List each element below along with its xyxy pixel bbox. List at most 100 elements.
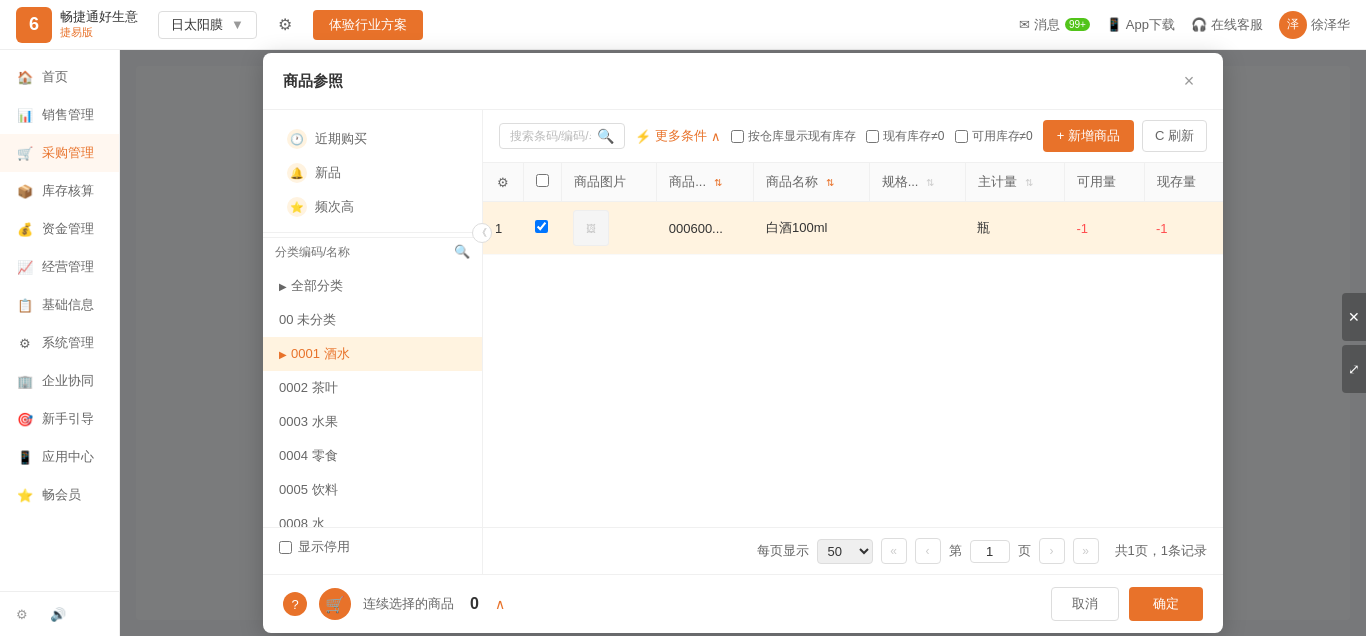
- row-unit: 瓶: [965, 202, 1064, 255]
- footer-actions: 取消 确定: [1051, 587, 1203, 621]
- collapse-panel-button[interactable]: 《: [472, 223, 492, 243]
- category-label-0002: 0002 茶叶: [279, 379, 338, 397]
- member-icon: ⭐: [16, 486, 34, 504]
- th-checkbox: [523, 163, 561, 202]
- th-unit-sort-icon: ⇅: [1025, 177, 1033, 188]
- user-avatar: 泽: [1279, 11, 1307, 39]
- trial-button[interactable]: 体验行业方案: [313, 10, 423, 40]
- category-item-0005[interactable]: 0005 饮料: [263, 473, 482, 507]
- quick-item-recent[interactable]: 🕐 近期购买: [275, 122, 470, 156]
- next-page-button[interactable]: ›: [1039, 538, 1065, 564]
- first-page-button[interactable]: «: [881, 538, 907, 564]
- filter-stock-checkbox[interactable]: [731, 130, 744, 143]
- page-label: 第: [949, 542, 962, 560]
- th-name[interactable]: 商品名称 ⇅: [754, 163, 869, 202]
- app-download-btn[interactable]: 📱 App下载: [1106, 16, 1175, 34]
- per-page-select[interactable]: 10 20 50 100: [817, 539, 873, 564]
- quick-item-frequent[interactable]: ⭐ 频次高: [275, 190, 470, 224]
- category-search-icon[interactable]: 🔍: [454, 244, 470, 259]
- product-search-input[interactable]: [510, 129, 591, 143]
- user-area[interactable]: 泽 徐泽华: [1279, 11, 1350, 39]
- select-all-checkbox[interactable]: [536, 174, 549, 187]
- sidebar-item-member[interactable]: ⭐ 畅会员: [0, 476, 119, 514]
- category-item-00[interactable]: 00 未分类: [263, 303, 482, 337]
- th-available-label: 可用量: [1077, 174, 1116, 189]
- th-stock-label: 现存量: [1157, 174, 1196, 189]
- selected-count: 0: [470, 595, 479, 613]
- category-item-0003[interactable]: 0003 水果: [263, 405, 482, 439]
- quick-access: 🕐 近期购买 🔔 新品 ⭐ 频次高: [263, 118, 482, 232]
- th-image-label: 商品图片: [574, 174, 626, 189]
- prev-page-button[interactable]: ‹: [915, 538, 941, 564]
- finance-icon: 💰: [16, 220, 34, 238]
- messages-btn[interactable]: ✉ 消息 99+: [1019, 16, 1090, 34]
- category-item-0008[interactable]: 0008 水: [263, 507, 482, 527]
- row-checkbox[interactable]: [535, 220, 548, 233]
- sidebar-item-guide[interactable]: 🎯 新手引导: [0, 400, 119, 438]
- th-spec[interactable]: 规格... ⇅: [869, 163, 965, 202]
- sidebar-item-apps[interactable]: 📱 应用中心: [0, 438, 119, 476]
- product-search-icon[interactable]: 🔍: [597, 128, 614, 144]
- app-download-label: App下载: [1126, 16, 1175, 34]
- category-item-0001[interactable]: ▶ 0001 酒水: [263, 337, 482, 371]
- filter-available-ne0[interactable]: 可用库存≠0: [955, 128, 1033, 145]
- sidebar-item-sales[interactable]: 📊 销售管理: [0, 96, 119, 134]
- phone-icon: 📱: [1106, 17, 1122, 32]
- row-spec: [869, 202, 965, 255]
- sidebar-label-purchase: 采购管理: [42, 144, 94, 162]
- sidebar-item-purchase[interactable]: 🛒 采购管理: [0, 134, 119, 172]
- home-icon: 🏠: [16, 68, 34, 86]
- row-code: 000600...: [657, 202, 754, 255]
- logo-sub-text: 捷易版: [60, 25, 138, 40]
- sidebar-item-stock[interactable]: 📦 库存核算: [0, 172, 119, 210]
- cancel-button[interactable]: 取消: [1051, 587, 1119, 621]
- message-badge: 99+: [1065, 18, 1090, 31]
- confirm-button[interactable]: 确定: [1129, 587, 1203, 621]
- filter-stock-ne0[interactable]: 现有库存≠0: [866, 128, 944, 145]
- category-label-0008: 0008 水: [279, 515, 325, 527]
- add-product-button[interactable]: + 新增商品: [1043, 120, 1134, 152]
- online-service-btn[interactable]: 🎧 在线客服: [1191, 16, 1263, 34]
- th-settings[interactable]: ⚙: [483, 163, 523, 202]
- filter-show-stock[interactable]: 按仓库显示现有库存: [731, 128, 856, 145]
- page-number-input[interactable]: [970, 540, 1010, 563]
- enterprise-icon: 🏢: [16, 372, 34, 390]
- show-disabled-checkbox[interactable]: [279, 541, 292, 554]
- headphone-icon: 🎧: [1191, 17, 1207, 32]
- table-row[interactable]: 1 🖼: [483, 202, 1223, 255]
- th-code[interactable]: 商品... ⇅: [657, 163, 754, 202]
- cart-button[interactable]: 🛒: [319, 588, 351, 620]
- help-button[interactable]: ?: [283, 592, 307, 616]
- more-filter-button[interactable]: ⚡ 更多条件 ∧: [635, 127, 721, 145]
- toolbar-right: + 新增商品 C 刷新: [1043, 120, 1207, 152]
- category-item-all[interactable]: ▶ 全部分类: [263, 269, 482, 303]
- refresh-button[interactable]: C 刷新: [1142, 120, 1207, 152]
- overlay-expand-button[interactable]: ⤢: [1342, 345, 1366, 393]
- quick-item-new[interactable]: 🔔 新品: [275, 156, 470, 190]
- overlay-close-x-button[interactable]: ✕: [1342, 293, 1366, 341]
- bottom-settings-icon[interactable]: ⚙: [8, 600, 36, 628]
- category-item-0002[interactable]: 0002 茶叶: [263, 371, 482, 405]
- category-search-input[interactable]: [275, 245, 454, 259]
- footer-collapse-icon[interactable]: ∧: [495, 596, 505, 612]
- dialog-close-button[interactable]: ×: [1175, 67, 1203, 95]
- product-table-body: 1 🖼: [483, 202, 1223, 255]
- page-suffix: 页: [1018, 542, 1031, 560]
- sidebar-item-home[interactable]: 🏠 首页: [0, 58, 119, 96]
- settings-icon[interactable]: ⚙: [269, 9, 301, 41]
- sidebar-item-business[interactable]: 📈 经营管理: [0, 248, 119, 286]
- bottom-volume-icon[interactable]: 🔊: [44, 600, 72, 628]
- filter-available-ne0-checkbox[interactable]: [955, 130, 968, 143]
- sidebar-item-system[interactable]: ⚙ 系统管理: [0, 324, 119, 362]
- show-disabled-label[interactable]: 显示停用: [298, 538, 350, 556]
- business-icon: 📈: [16, 258, 34, 276]
- sidebar-item-enterprise[interactable]: 🏢 企业协同: [0, 362, 119, 400]
- filter-stock-ne0-checkbox[interactable]: [866, 130, 879, 143]
- last-page-button[interactable]: »: [1073, 538, 1099, 564]
- sidebar-item-basic[interactable]: 📋 基础信息: [0, 286, 119, 324]
- system-icon: ⚙: [16, 334, 34, 352]
- category-item-0004[interactable]: 0004 零食: [263, 439, 482, 473]
- store-selector[interactable]: 日太阳膜 ▼: [158, 11, 257, 39]
- th-unit[interactable]: 主计量 ⇅: [965, 163, 1064, 202]
- sidebar-item-finance[interactable]: 💰 资金管理: [0, 210, 119, 248]
